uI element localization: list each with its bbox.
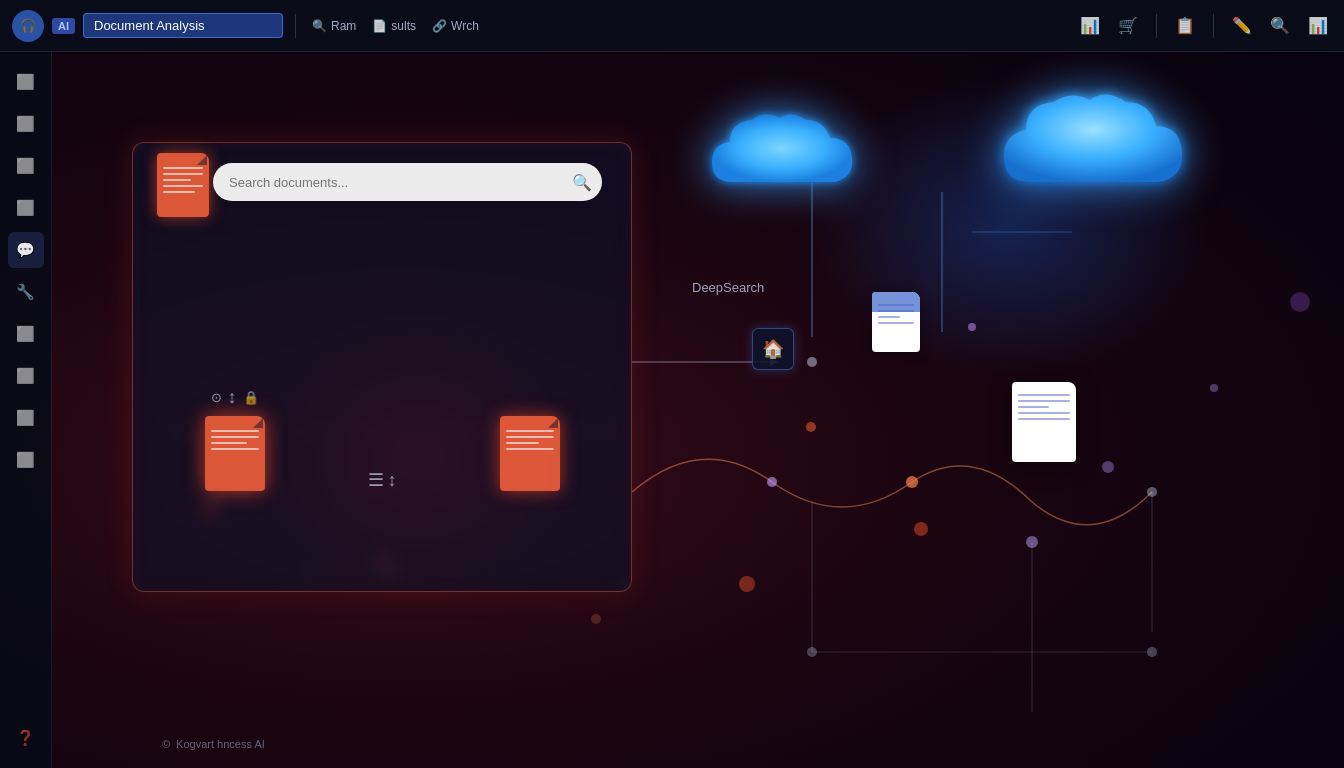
svg-point-12 <box>1026 536 1038 548</box>
circle-icon: ⊙ <box>211 390 222 405</box>
search-nav-icon: 🔍 <box>312 19 327 33</box>
icon-box-home[interactable]: 🏠 <box>752 328 794 370</box>
document-node-blue <box>872 292 920 352</box>
analytics-icon-btn[interactable]: 📊 <box>1304 12 1332 40</box>
sidebar: ⬜ ⬜ ⬜ ⬜ 💬 🔧 ⬜ ⬜ ⬜ ⬜ ❓ <box>0 52 52 768</box>
sidebar-item-6[interactable]: ⬜ <box>8 358 44 394</box>
flow-icons-row: ⊙ ↕ 🔒 ☰ ↕ <box>153 387 611 491</box>
sidebar-item-8[interactable]: ⬜ <box>8 442 44 478</box>
svg-point-13 <box>1147 487 1157 497</box>
app-logo: 🎧 <box>12 10 44 42</box>
sidebar-item-tools[interactable]: 🔧 <box>8 274 44 310</box>
nav-item-wrch[interactable]: 🔗 Wrch <box>432 19 479 33</box>
nav-item-ram[interactable]: 🔍 Ram <box>312 19 356 33</box>
sidebar-item-4[interactable]: ⬜ <box>8 190 44 226</box>
sidebar-item-7[interactable]: ⬜ <box>8 400 44 436</box>
right-doc <box>500 416 560 491</box>
link-nav-icon: 🔗 <box>432 19 447 33</box>
svg-point-9 <box>807 357 817 367</box>
doc-nav-icon: 📄 <box>372 19 387 33</box>
edit-icon-btn[interactable]: ✏️ <box>1228 12 1256 40</box>
nav-items: 🔍 Ram 📄 sults 🔗 Wrch <box>312 19 479 33</box>
search-icon-btn[interactable]: 🔍 <box>1266 12 1294 40</box>
search-input[interactable] <box>213 163 602 201</box>
topbar: 🎧 AI 🔍 Ram 📄 sults 🔗 Wrch 📊 🛒 📋 ✏️ 🔍 📊 <box>0 0 1344 52</box>
search-submit-icon[interactable]: 🔍 <box>572 173 592 192</box>
middle-icons: ☰ ↕ <box>368 469 397 491</box>
sidebar-item-help[interactable]: ❓ <box>8 720 44 756</box>
title-input[interactable] <box>83 13 283 38</box>
svg-point-15 <box>1147 647 1157 657</box>
top-doc-icon <box>157 153 209 217</box>
divider-2 <box>1156 14 1157 38</box>
clipboard-icon-btn[interactable]: 📋 <box>1171 12 1199 40</box>
topbar-right-icons: 📊 🛒 📋 ✏️ 🔍 📊 <box>1076 12 1332 40</box>
cloud-right <box>992 82 1192 216</box>
lock-icon: 🔒 <box>243 390 259 405</box>
document-node-large <box>1012 382 1076 462</box>
sidebar-item-3[interactable]: ⬜ <box>8 148 44 184</box>
nav-item-sults[interactable]: 📄 sults <box>372 19 416 33</box>
search-bar-container: 🔍 <box>213 163 602 201</box>
svg-point-11 <box>767 477 777 487</box>
sidebar-item-5[interactable]: ⬜ <box>8 316 44 352</box>
cloud-large <box>702 102 862 216</box>
divider-3 <box>1213 14 1214 38</box>
svg-point-10 <box>906 476 918 488</box>
svg-point-14 <box>807 647 817 657</box>
watermark-text: Kogvart hncess AI <box>176 738 265 750</box>
left-doc: ⊙ ↕ 🔒 <box>205 387 265 491</box>
sidebar-item-2[interactable]: ⬜ <box>8 106 44 142</box>
copyright-icon: © <box>162 738 170 750</box>
bottom-watermark: © Kogvart hncess AI <box>162 738 265 750</box>
flow-panel: 🔍 ⊙ ↕ 🔒 <box>132 142 632 592</box>
deepsearch-label: DeepSearch <box>692 280 764 295</box>
basket-icon-btn[interactable]: 🛒 <box>1114 12 1142 40</box>
ai-badge: AI <box>52 18 75 34</box>
sidebar-item-chat[interactable]: 💬 <box>8 232 44 268</box>
sidebar-item-1[interactable]: ⬜ <box>8 64 44 100</box>
chart-icon-btn[interactable]: 📊 <box>1076 12 1104 40</box>
divider-1 <box>295 14 296 38</box>
main-content: 🔍 ⊙ ↕ 🔒 <box>52 52 1344 768</box>
list-icon: ☰ <box>368 469 384 491</box>
